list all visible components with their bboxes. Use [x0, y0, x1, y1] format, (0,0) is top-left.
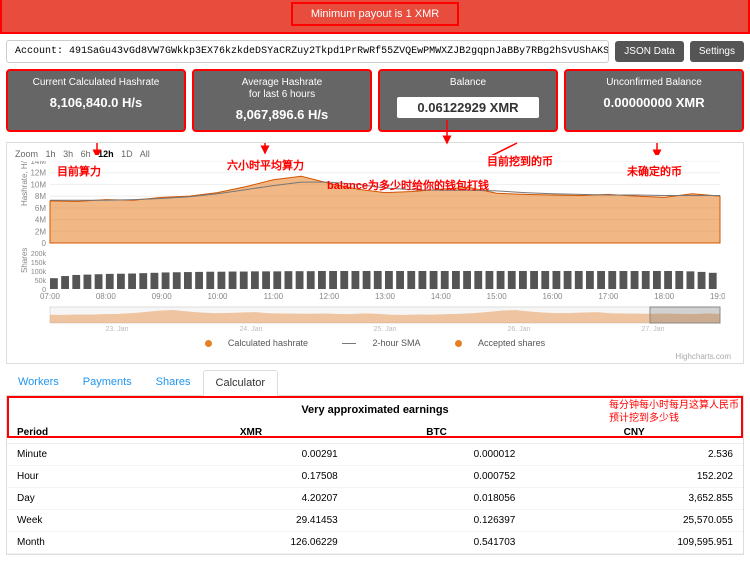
svg-text:6M: 6M — [35, 204, 46, 213]
svg-text:27. Jan: 27. Jan — [642, 326, 665, 331]
zoom-all[interactable]: All — [140, 149, 150, 159]
svg-text:07:00: 07:00 — [40, 292, 61, 301]
tabs: Workers Payments Shares Calculator — [6, 370, 744, 396]
chart-panel: Zoom 1h 3h 6h 12h 1D All 0 2M 4M 6M 8M 10M 12M… — [6, 142, 744, 364]
svg-text:200k: 200k — [31, 251, 47, 258]
svg-text:16:00: 16:00 — [542, 292, 563, 301]
svg-text:0: 0 — [42, 239, 47, 248]
zoom-12h[interactable]: 12h — [98, 149, 114, 159]
svg-text:8M: 8M — [35, 192, 46, 201]
stat-avg-hashrate: Average Hashrate for last 6 hours 8,067,… — [192, 69, 372, 132]
chart-credit: Highcharts.com — [15, 352, 735, 361]
account-address: Account: 491SaGu43vGd8VW7GWkkp3EX76kzkde… — [6, 40, 609, 63]
tab-payments[interactable]: Payments — [71, 370, 144, 395]
svg-text:25. Jan: 25. Jan — [374, 326, 397, 331]
earnings-table: Period XMR BTC CNY Minute0.002910.000012… — [7, 422, 743, 554]
svg-text:15:00: 15:00 — [487, 292, 508, 301]
svg-text:08:00: 08:00 — [96, 292, 117, 301]
svg-text:12M: 12M — [30, 169, 46, 178]
table-row: Month126.062290.541703109,595.951 — [7, 532, 743, 554]
svg-text:17:00: 17:00 — [598, 292, 619, 301]
svg-text:Hashrate, H/s: Hashrate, H/s — [20, 161, 29, 206]
json-data-button[interactable]: JSON Data — [615, 41, 684, 62]
stats-row: Current Calculated Hashrate 8,106,840.0 … — [0, 69, 750, 138]
svg-text:19:00: 19:00 — [710, 292, 725, 301]
svg-text:26. Jan: 26. Jan — [508, 326, 531, 331]
tab-workers[interactable]: Workers — [6, 370, 71, 395]
svg-text:Shares: Shares — [20, 248, 29, 273]
svg-text:12:00: 12:00 — [319, 292, 340, 301]
svg-text:23. Jan: 23. Jan — [106, 326, 129, 331]
svg-text:50k: 50k — [35, 278, 47, 285]
svg-text:2M: 2M — [35, 227, 46, 236]
svg-text:09:00: 09:00 — [152, 292, 173, 301]
chart-legend: Calculated hashrate 2-hour SMA Accepted … — [15, 334, 735, 352]
earnings-panel: 每分钟每小时每月这算人民币预计挖到多少钱 Very approximated e… — [6, 396, 744, 555]
stat-current-hashrate: Current Calculated Hashrate 8,106,840.0 … — [6, 69, 186, 132]
zoom-6h[interactable]: 6h — [81, 149, 91, 159]
svg-text:14:00: 14:00 — [431, 292, 452, 301]
svg-text:10:00: 10:00 — [207, 292, 228, 301]
payout-banner: Minimum payout is 1 XMR — [0, 0, 750, 34]
tab-calculator[interactable]: Calculator — [203, 370, 279, 396]
anno-earnings: 每分钟每小时每月这算人民币预计挖到多少钱 — [609, 399, 739, 425]
svg-text:11:00: 11:00 — [264, 292, 284, 301]
account-row: Account: 491SaGu43vGd8VW7GWkkp3EX76kzkde… — [0, 34, 750, 69]
zoom-1d[interactable]: 1D — [121, 149, 133, 159]
tab-shares[interactable]: Shares — [144, 370, 203, 395]
hashrate-chart[interactable]: 02M4M6M8M10M12M14MHashrate, H/s050k100k1… — [15, 161, 725, 331]
stat-balance: Balance 0.06122929 XMR — [378, 69, 558, 132]
zoom-3h[interactable]: 3h — [63, 149, 73, 159]
table-row: Week29.414530.12639725,570.055 — [7, 510, 743, 532]
table-row: Minute0.002910.0000122.536 — [7, 444, 743, 466]
svg-text:14M: 14M — [30, 161, 46, 166]
settings-button[interactable]: Settings — [690, 41, 744, 62]
payout-banner-text: Minimum payout is 1 XMR — [291, 2, 459, 26]
svg-text:13:00: 13:00 — [375, 292, 396, 301]
svg-text:10M: 10M — [30, 180, 46, 189]
zoom-controls: Zoom 1h 3h 6h 12h 1D All — [15, 149, 735, 159]
table-row: Hour0.175080.000752152.202 — [7, 466, 743, 488]
stat-unconfirmed: Unconfirmed Balance 0.00000000 XMR — [564, 69, 744, 132]
table-row: Day4.202070.0180563,652.855 — [7, 488, 743, 510]
svg-text:150k: 150k — [31, 260, 47, 267]
svg-text:4M: 4M — [35, 216, 46, 225]
zoom-1h[interactable]: 1h — [46, 149, 56, 159]
svg-text:100k: 100k — [31, 269, 47, 276]
svg-text:24. Jan: 24. Jan — [240, 326, 263, 331]
svg-text:18:00: 18:00 — [654, 292, 675, 301]
